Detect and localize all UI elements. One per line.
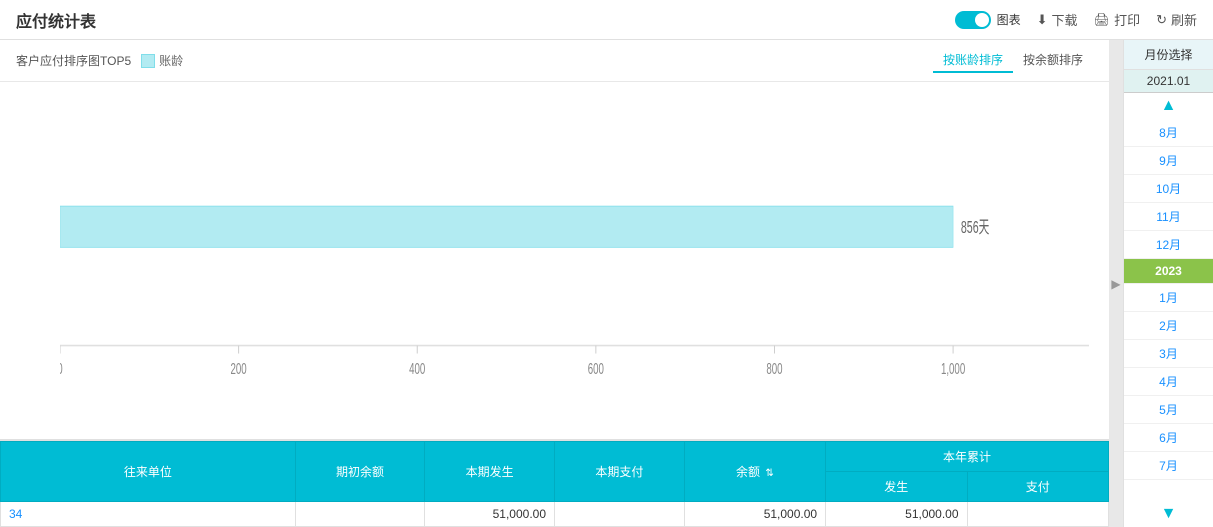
legend-bar: 客户应付排序图TOP5 账龄 按账龄排序 按余额排序	[0, 40, 1109, 82]
expand-icon: ▶	[1111, 277, 1120, 291]
svg-text:800: 800	[766, 360, 782, 378]
sidebar-month-item[interactable]: 2023	[1124, 259, 1213, 284]
th-current-occur: 本期发生	[425, 442, 555, 502]
sidebar-current-value: 2021.01	[1124, 70, 1213, 93]
td-unit: 34	[1, 502, 296, 527]
sidebar-month-item[interactable]: 3月	[1124, 340, 1213, 368]
sidebar-month-item[interactable]: 7月	[1124, 452, 1213, 480]
sidebar-month-item[interactable]: 12月	[1124, 231, 1213, 259]
download-icon: ⬇	[1037, 12, 1048, 28]
download-label: 下载	[1052, 10, 1078, 29]
th-unit: 往来单位	[1, 442, 296, 502]
sidebar-month-item[interactable]: 11月	[1124, 203, 1213, 231]
page-title: 应付统计表	[16, 8, 96, 32]
refresh-label: 刷新	[1171, 10, 1197, 29]
chart-toggle[interactable]: 图表	[955, 11, 1021, 29]
svg-text:1,000: 1,000	[941, 360, 965, 378]
chart-table-area: 客户应付排序图TOP5 账龄 按账龄排序 按余额排序 34 8	[0, 40, 1109, 527]
svg-text:856天: 856天	[961, 219, 989, 238]
table-wrapper: 往来单位 期初余额 本期发生 本期支付 余额 ⇅ 本年累计 发生	[0, 441, 1109, 527]
th-opening: 期初余额	[295, 442, 425, 502]
toggle-switch[interactable]	[955, 11, 991, 29]
table-row: 34 51,000.00 51,000.00 51,000.00	[1, 502, 1109, 527]
balance-sort-icon: ⇅	[765, 468, 773, 479]
th-ytd: 本年累计	[826, 442, 1109, 472]
svg-text:400: 400	[409, 360, 425, 378]
sort-buttons: 按账龄排序 按余额排序	[933, 48, 1093, 73]
legend-account: 账龄	[141, 52, 183, 69]
sidebar-month-item[interactable]: 8月	[1124, 119, 1213, 147]
data-table: 往来单位 期初余额 本期发生 本期支付 余额 ⇅ 本年累计 发生	[0, 441, 1109, 527]
th-current-pay: 本期支付	[555, 442, 685, 502]
chart-container: 34 856天 0 200 400 600 800 1,000	[0, 82, 1109, 439]
download-action[interactable]: ⬇ 下载	[1037, 10, 1078, 29]
sidebar-month-item[interactable]: 9月	[1124, 147, 1213, 175]
svg-text:200: 200	[231, 360, 247, 378]
chart-svg: 34 856天 0 200 400 600 800 1,000	[60, 92, 1089, 409]
account-label: 账龄	[159, 52, 183, 69]
chart-label: 图表	[997, 11, 1021, 28]
td-current-occur: 51,000.00	[425, 502, 555, 527]
header-actions: 图表 ⬇ 下载 🖨 打印 ↻ 刷新	[955, 10, 1197, 29]
td-ytd-occur: 51,000.00	[826, 502, 967, 527]
print-action[interactable]: 🖨 打印	[1094, 10, 1141, 29]
sidebar-month-item[interactable]: 6月	[1124, 424, 1213, 452]
legend-left: 客户应付排序图TOP5 账龄	[16, 52, 183, 69]
sidebar-header: 月份选择	[1124, 40, 1213, 70]
legend-dot	[141, 54, 155, 68]
sidebar-month-item[interactable]: 2月	[1124, 312, 1213, 340]
sidebar-month-item[interactable]: 10月	[1124, 175, 1213, 203]
main-body: 客户应付排序图TOP5 账龄 按账龄排序 按余额排序 34 8	[0, 40, 1213, 527]
refresh-icon: ↻	[1156, 12, 1167, 28]
th-balance: 余额 ⇅	[684, 442, 825, 502]
print-icon: 🖨	[1094, 12, 1111, 28]
up-arrow-icon: ▲	[1161, 97, 1177, 114]
unit-link[interactable]: 34	[9, 507, 22, 521]
svg-text:600: 600	[588, 360, 604, 378]
th-ytd-pay: 支付	[967, 472, 1108, 502]
sort-by-balance-btn[interactable]: 按账龄排序	[933, 48, 1013, 73]
sidebar-down-btn[interactable]: ▼	[1124, 501, 1213, 527]
td-ytd-pay	[967, 502, 1108, 527]
refresh-action[interactable]: ↻ 刷新	[1156, 10, 1197, 29]
td-opening	[295, 502, 425, 527]
svg-text:0: 0	[60, 360, 63, 378]
sidebar-month-item[interactable]: 4月	[1124, 368, 1213, 396]
sidebar: 月份选择 2021.01 ▲ 8月9月10月11月12月20231月2月3月4月…	[1123, 40, 1213, 527]
sidebar-month-item[interactable]: 5月	[1124, 396, 1213, 424]
sidebar-months: 8月9月10月11月12月20231月2月3月4月5月6月7月	[1124, 119, 1213, 501]
td-current-pay	[555, 502, 685, 527]
sidebar-month-item[interactable]: 1月	[1124, 284, 1213, 312]
th-ytd-occur: 发生	[826, 472, 967, 502]
table-area: 往来单位 期初余额 本期发生 本期支付 余额 ⇅ 本年累计 发生	[0, 439, 1109, 527]
print-label: 打印	[1114, 10, 1140, 29]
page-header: 应付统计表 图表 ⬇ 下载 🖨 打印 ↻ 刷新	[0, 0, 1213, 40]
td-balance: 51,000.00	[684, 502, 825, 527]
chart-title-label: 客户应付排序图TOP5	[16, 52, 131, 69]
down-arrow-icon: ▼	[1161, 505, 1177, 522]
sidebar-up-btn[interactable]: ▲	[1124, 93, 1213, 119]
sidebar-expand-handle[interactable]: ▶	[1109, 40, 1123, 527]
sort-by-amount-btn[interactable]: 按余额排序	[1013, 48, 1093, 73]
